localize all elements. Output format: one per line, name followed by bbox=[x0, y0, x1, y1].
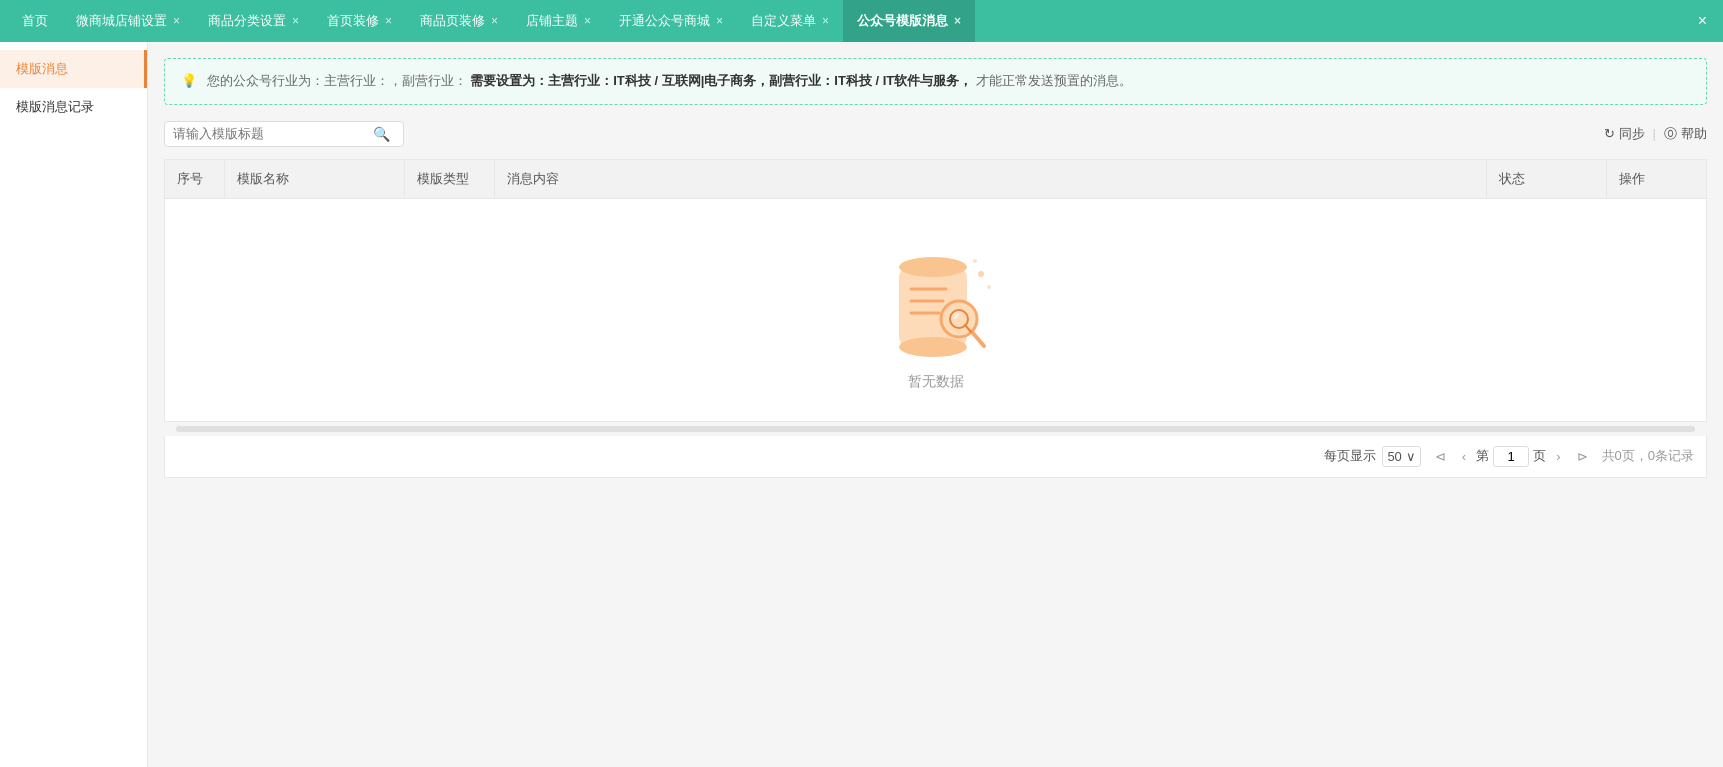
prev-page-button[interactable]: ‹ bbox=[1456, 447, 1472, 466]
tab-custom-menu-label: 自定义菜单 bbox=[751, 12, 816, 30]
tab-product-category-label: 商品分类设置 bbox=[208, 12, 286, 30]
sidebar-item-label: 模版消息 bbox=[16, 61, 68, 76]
toolbar-right: ↻ 同步 | ⓪ 帮助 bbox=[1604, 125, 1707, 143]
help-label: 帮助 bbox=[1681, 125, 1707, 143]
chevron-down-icon: ∨ bbox=[1406, 449, 1416, 464]
tab-home[interactable]: 首页 bbox=[8, 0, 62, 42]
col-header-type: 模版类型 bbox=[405, 159, 495, 198]
close-icon[interactable]: × bbox=[954, 14, 961, 28]
sidebar-item-label: 模版消息记录 bbox=[16, 99, 94, 114]
col-header-action: 操作 bbox=[1607, 159, 1707, 198]
tab-open-wechat-shop[interactable]: 开通公众号商城 × bbox=[605, 0, 737, 42]
tab-product-decor-label: 商品页装修 bbox=[420, 12, 485, 30]
main-layout: 模版消息 模版消息记录 💡 您的公众号行业为：主营行业：，副营行业： 需要设置为… bbox=[0, 42, 1723, 767]
search-bar: 🔍 ↻ 同步 | ⓪ 帮助 bbox=[164, 121, 1707, 147]
data-table: 序号 模版名称 模版类型 消息内容 状态 操作 bbox=[164, 159, 1707, 422]
total-info: 共0页，0条记录 bbox=[1602, 447, 1694, 465]
empty-illustration bbox=[871, 239, 1001, 369]
empty-state-row: 暂无数据 bbox=[165, 198, 1707, 421]
page-input: 第 页 bbox=[1476, 446, 1546, 467]
pagination: 每页显示 50 ∨ ⊲ ‹ 第 页 › ⊳ 共0页，0条记录 bbox=[164, 436, 1707, 478]
banner-suffix: 才能正常发送预置的消息。 bbox=[976, 73, 1132, 88]
first-page-button[interactable]: ⊲ bbox=[1429, 447, 1452, 466]
per-page-value: 50 bbox=[1387, 449, 1401, 464]
tab-template-message-label: 公众号模版消息 bbox=[857, 12, 948, 30]
per-page-select: 每页显示 50 ∨ bbox=[1324, 446, 1420, 467]
tab-product-category[interactable]: 商品分类设置 × bbox=[194, 0, 313, 42]
tab-product-decor[interactable]: 商品页装修 × bbox=[406, 0, 512, 42]
sidebar-item-template-msg[interactable]: 模版消息 bbox=[0, 50, 147, 88]
tab-template-message[interactable]: 公众号模版消息 × bbox=[843, 0, 975, 42]
svg-point-2 bbox=[899, 257, 967, 277]
divider: | bbox=[1653, 126, 1656, 141]
svg-line-9 bbox=[972, 332, 984, 346]
sidebar-item-template-msg-log[interactable]: 模版消息记录 bbox=[0, 88, 147, 126]
empty-text: 暂无数据 bbox=[908, 373, 964, 391]
bulb-icon: 💡 bbox=[181, 73, 197, 88]
info-banner: 💡 您的公众号行业为：主营行业：，副营行业： 需要设置为：主营行业：IT科技 /… bbox=[164, 58, 1707, 105]
tab-homepage-decor-label: 首页装修 bbox=[327, 12, 379, 30]
search-input[interactable] bbox=[173, 126, 373, 141]
col-header-index: 序号 bbox=[165, 159, 225, 198]
svg-point-3 bbox=[899, 337, 967, 357]
banner-highlight: 需要设置为：主营行业：IT科技 / 互联网|电子商务，副营行业：IT科技 / I… bbox=[470, 73, 972, 88]
last-page-button[interactable]: ⊳ bbox=[1571, 447, 1594, 466]
tab-custom-menu[interactable]: 自定义菜单 × bbox=[737, 0, 843, 42]
close-icon[interactable]: × bbox=[292, 14, 299, 28]
page-unit: 页 bbox=[1533, 447, 1546, 465]
close-all-button[interactable]: × bbox=[1690, 12, 1715, 30]
svg-point-13 bbox=[987, 285, 991, 289]
sync-button[interactable]: ↻ 同步 bbox=[1604, 125, 1645, 143]
per-page-dropdown[interactable]: 50 ∨ bbox=[1382, 446, 1420, 467]
help-circle-icon: ⓪ bbox=[1664, 125, 1677, 143]
horizontal-scrollbar[interactable] bbox=[176, 426, 1695, 432]
top-nav: 首页 微商城店铺设置 × 商品分类设置 × 首页装修 × 商品页装修 × 店铺主… bbox=[0, 0, 1723, 42]
sync-label: 同步 bbox=[1619, 125, 1645, 143]
empty-state: 暂无数据 bbox=[165, 199, 1706, 421]
sidebar: 模版消息 模版消息记录 bbox=[0, 42, 148, 767]
tab-shop-settings[interactable]: 微商城店铺设置 × bbox=[62, 0, 194, 42]
per-page-label: 每页显示 bbox=[1324, 447, 1376, 465]
close-icon[interactable]: × bbox=[385, 14, 392, 28]
col-header-name: 模版名称 bbox=[225, 159, 405, 198]
page-number-input[interactable] bbox=[1493, 446, 1529, 467]
content-area: 💡 您的公众号行业为：主营行业：，副营行业： 需要设置为：主营行业：IT科技 /… bbox=[148, 42, 1723, 767]
search-icon[interactable]: 🔍 bbox=[373, 126, 390, 142]
svg-point-12 bbox=[978, 271, 984, 277]
help-button[interactable]: ⓪ 帮助 bbox=[1664, 125, 1707, 143]
close-icon[interactable]: × bbox=[584, 14, 591, 28]
col-header-status: 状态 bbox=[1487, 159, 1607, 198]
tab-shop-settings-label: 微商城店铺设置 bbox=[76, 12, 167, 30]
tab-open-wechat-shop-label: 开通公众号商城 bbox=[619, 12, 710, 30]
page-label: 第 bbox=[1476, 447, 1489, 465]
page-nav: ⊲ ‹ 第 页 › ⊳ bbox=[1429, 446, 1594, 467]
sync-icon: ↻ bbox=[1604, 126, 1615, 141]
search-input-wrap[interactable]: 🔍 bbox=[164, 121, 404, 147]
table-header-row: 序号 模版名称 模版类型 消息内容 状态 操作 bbox=[165, 159, 1707, 198]
col-header-content: 消息内容 bbox=[495, 159, 1487, 198]
svg-point-14 bbox=[973, 259, 977, 263]
tab-shop-theme-label: 店铺主题 bbox=[526, 12, 578, 30]
close-icon[interactable]: × bbox=[173, 14, 180, 28]
tab-shop-theme[interactable]: 店铺主题 × bbox=[512, 0, 605, 42]
next-page-button[interactable]: › bbox=[1550, 447, 1566, 466]
tab-home-label: 首页 bbox=[22, 12, 48, 30]
tab-homepage-decor[interactable]: 首页装修 × bbox=[313, 0, 406, 42]
close-icon[interactable]: × bbox=[822, 14, 829, 28]
close-icon[interactable]: × bbox=[716, 14, 723, 28]
banner-prefix: 您的公众号行业为：主营行业：，副营行业： bbox=[207, 73, 467, 88]
close-icon[interactable]: × bbox=[491, 14, 498, 28]
